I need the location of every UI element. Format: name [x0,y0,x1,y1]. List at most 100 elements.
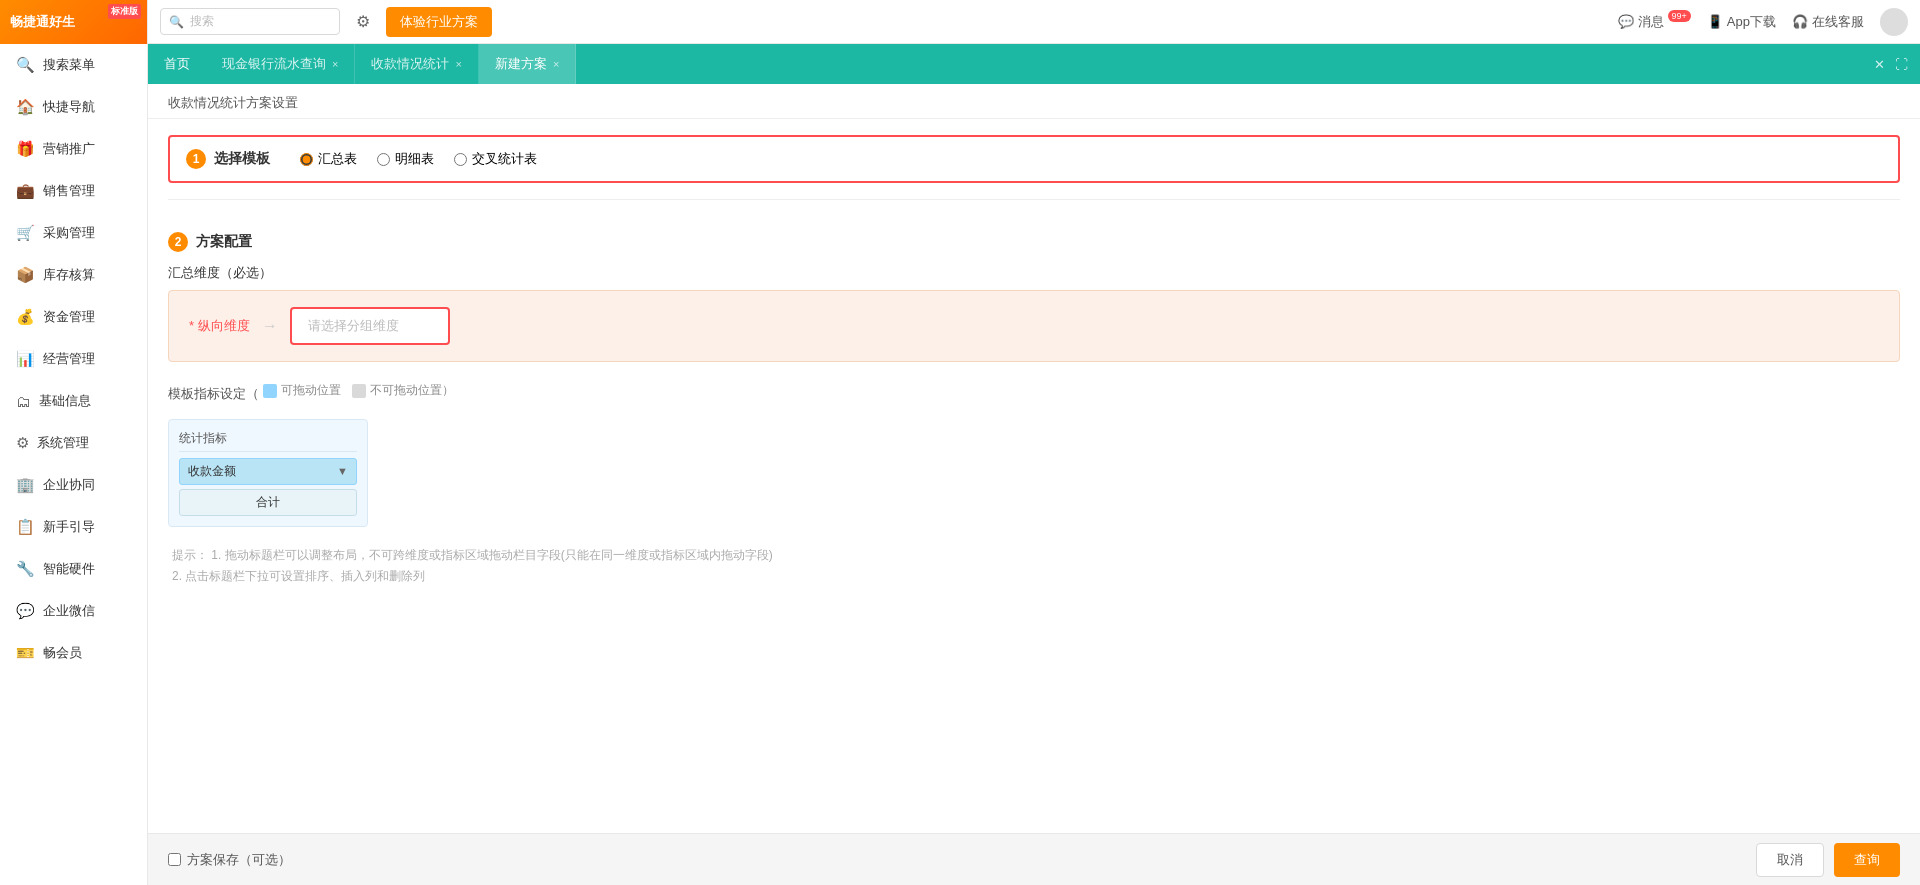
non-draggable-box-icon [352,384,366,398]
online-service-item[interactable]: 🎧 在线客服 [1792,13,1864,31]
tab-collection-stats[interactable]: 收款情况统计× [355,44,478,84]
radio-input-detail[interactable] [377,153,390,166]
radio-detail[interactable]: 明细表 [377,150,434,168]
sidebar-label-membership: 畅会员 [43,644,82,662]
app-download-label: App下载 [1727,13,1776,31]
save-option[interactable]: 方案保存（可选） [168,851,291,869]
sidebar-nav: 🔍 搜索菜单 🏠 快捷导航 🎁营销推广💼销售管理 🛒 采购管理 📦库存核算 💰 资金管理 📊经营管理… [0,44,147,885]
metrics-title-prefix: 模板指标设定（ [168,386,259,401]
sidebar-item-membership[interactable]: 🎫 畅会员 [0,632,147,674]
notification-count: 99+ [1668,10,1691,22]
radio-input-summary[interactable] [300,153,313,166]
sidebar-label-search-menu: 搜索菜单 [43,56,95,74]
tab-label-new-plan: 新建方案 [495,55,547,73]
service-icon: 🎧 [1792,14,1808,29]
logo-text: 畅捷通好生 [10,13,75,31]
radio-summary[interactable]: 汇总表 [300,150,357,168]
sidebar-item-purchase[interactable]: 🛒 采购管理 [0,212,147,254]
sidebar-icon-search-menu: 🔍 [16,56,35,74]
tips-section: 提示： 1. 拖动标题栏可以调整布局，不可跨维度或指标区域拖动栏目字段(只能在同… [168,547,1900,585]
settings-icon[interactable]: ⚙ [356,12,370,31]
sidebar-item-enterprise-wechat[interactable]: 💬 企业微信 [0,590,147,632]
step1-num: 1 [186,149,206,169]
tab-close-collection-stats[interactable]: × [455,58,461,70]
sidebar-item-enterprise[interactable]: 🏢企业协同 [0,464,147,506]
radio-label-summary: 汇总表 [318,150,357,168]
chip-label: 收款金额 [188,463,236,480]
bottom-bar: 方案保存（可选） 取消 查询 [148,833,1920,885]
online-service-label: 在线客服 [1812,13,1864,31]
sidebar-label-purchase: 采购管理 [43,224,95,242]
sidebar-item-beginner[interactable]: 📋新手引导 [0,506,147,548]
tab-close-new-plan[interactable]: × [553,58,559,70]
tab-bank-flow[interactable]: 现金银行流水查询× [206,44,355,84]
sidebar-label-enterprise-wechat: 企业微信 [43,602,95,620]
sidebar-item-search-menu[interactable]: 🔍 搜索菜单 [0,44,147,86]
dimension-title: 汇总维度（必选） [168,264,1900,282]
search-placeholder: 搜索 [190,13,214,30]
sidebar-item-smart-hw[interactable]: 🔧智能硬件 [0,548,147,590]
search-icon: 🔍 [169,15,184,29]
step2-header: 2 方案配置 [168,232,1900,252]
step1-section: 1 选择模板 汇总表 明细表 交叉统计表 [148,119,1920,199]
template-radio-group: 汇总表 明细表 交叉统计表 [300,150,537,168]
step2-section: 2 方案配置 汇总维度（必选） * 纵向维度 → 请选择分组维度 模板指标设定（ [148,216,1920,605]
radio-cross[interactable]: 交叉统计表 [454,150,537,168]
industry-button[interactable]: 体验行业方案 [386,7,492,37]
tab-home[interactable]: 首页 [148,44,206,84]
content-inner: 收款情况统计方案设置 1 选择模板 汇总表明细表交叉统计表 2 方案配置 [148,84,1920,833]
logo-badge: 标准版 [108,4,141,19]
draggable-legend-box: 可拖动位置 [263,382,341,399]
tab-new-plan[interactable]: 新建方案 × [479,44,576,84]
tab-close-bank-flow[interactable]: × [332,58,338,70]
step1-title: 选择模板 [214,150,270,168]
sidebar-label-system: 系统管理 [37,434,89,452]
metrics-grid-header: 统计指标 [179,430,357,452]
metrics-chip-amount[interactable]: 收款金额 ▼ [179,458,357,485]
main-area: 🔍 搜索 ⚙ 体验行业方案 💬 消息 99+ 📱 App下载 🎧 在线客服 首页… [148,0,1920,885]
sidebar-icon-enterprise-wechat: 💬 [16,602,35,620]
sidebar-item-system[interactable]: ⚙ 系统管理 [0,422,147,464]
sidebar-item-sales[interactable]: 💼销售管理 [0,170,147,212]
sidebar-item-quick-nav[interactable]: 🏠 快捷导航 [0,86,147,128]
close-window-icon[interactable]: ✕ [1874,57,1885,72]
topbar: 🔍 搜索 ⚙ 体验行业方案 💬 消息 99+ 📱 App下载 🎧 在线客服 [148,0,1920,44]
step2-num: 2 [168,232,188,252]
sidebar-icon-purchase: 🛒 [16,224,35,242]
sidebar-icon-inventory: 📦 [16,266,35,284]
sidebar-item-inventory[interactable]: 📦库存核算 [0,254,147,296]
dimension-selector[interactable]: 请选择分组维度 [290,307,450,345]
sidebar-icon-membership: 🎫 [16,644,35,662]
sidebar-item-operations[interactable]: 📊经营管理 [0,338,147,380]
sidebar-label-capital: 资金管理 [43,308,95,326]
sidebar-label-quick-nav: 快捷导航 [43,98,95,116]
maximize-icon[interactable]: ⛶ [1895,57,1908,72]
app-download-item[interactable]: 📱 App下载 [1707,13,1776,31]
search-box[interactable]: 🔍 搜索 [160,8,340,35]
sidebar-item-marketing[interactable]: 🎁营销推广 [0,128,147,170]
sidebar-label-basic-info: 基础信息 [39,392,91,410]
chevron-down-icon: ▼ [337,465,348,477]
sidebar-icon-system: ⚙ [16,434,29,452]
sidebar-icon-quick-nav: 🏠 [16,98,35,116]
query-button[interactable]: 查询 [1834,843,1900,877]
sidebar-icon-basic-info: 🗂 [16,393,31,410]
cancel-button[interactable]: 取消 [1756,843,1824,877]
sidebar-icon-capital: 💰 [16,308,35,326]
sidebar-label-marketing: 营销推广 [43,140,95,158]
sidebar-item-basic-info[interactable]: 🗂 基础信息 [0,380,147,422]
sidebar-item-capital[interactable]: 💰 资金管理 [0,296,147,338]
dimension-row: * 纵向维度 → 请选择分组维度 [189,307,1879,345]
notification-item[interactable]: 💬 消息 99+ [1618,13,1691,31]
save-checkbox[interactable] [168,853,181,866]
radio-input-cross[interactable] [454,153,467,166]
sidebar-icon-enterprise: 🏢 [16,476,35,494]
app-icon: 📱 [1707,14,1723,29]
metrics-grid: 统计指标 收款金额 ▼ 合计 [168,419,368,527]
tabs-bar: 首页现金银行流水查询×收款情况统计× 新建方案 × ✕ ⛶ [148,44,1920,84]
draggable-box-icon [263,384,277,398]
save-label: 方案保存（可选） [187,851,291,869]
sidebar-logo: 畅捷通好生 标准版 [0,0,147,44]
sidebar-icon-smart-hw: 🔧 [16,560,35,578]
draggable-label: 可拖动位置 [281,382,341,399]
